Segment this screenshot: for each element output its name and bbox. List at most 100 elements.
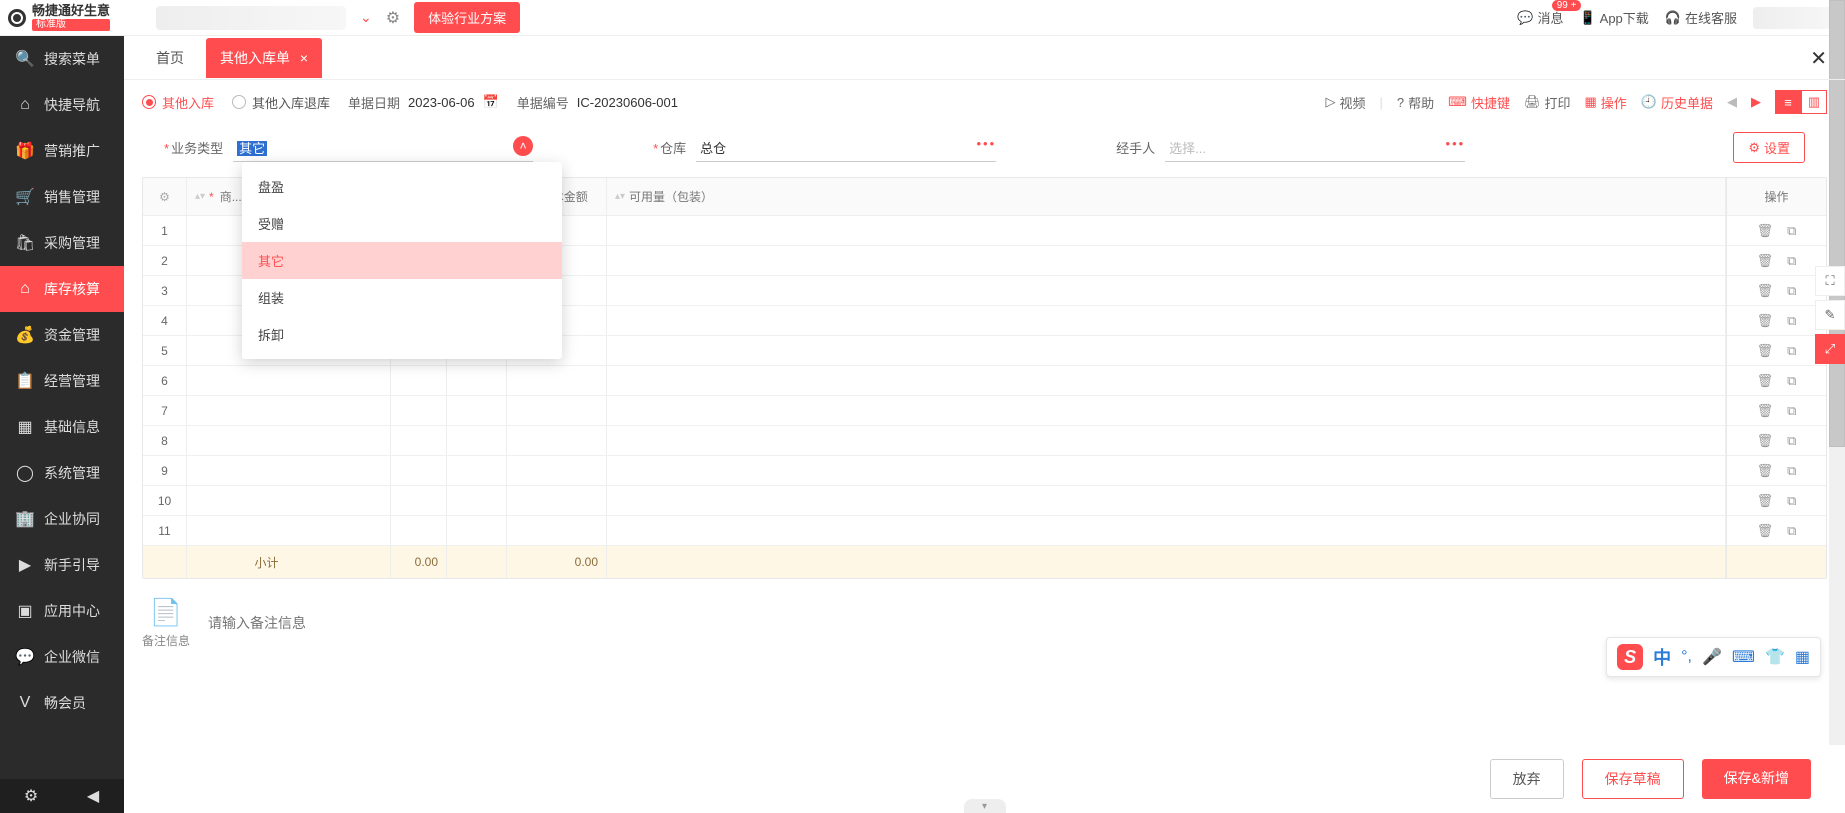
org-caret-icon[interactable]: ⌄ [360,9,372,26]
row-copy-icon[interactable]: ⧉ [1787,433,1796,449]
row-copy-icon[interactable]: ⧉ [1787,463,1796,479]
toolbar-next-button[interactable]: ▶ [1751,94,1761,110]
handler-more-icon[interactable]: ••• [1446,136,1466,151]
discard-button[interactable]: 放弃 [1490,759,1564,799]
row-copy-icon[interactable]: ⧉ [1787,313,1796,329]
org-selector[interactable] [156,6,346,30]
row-delete-icon[interactable]: 🗑 [1757,523,1774,539]
ime-punct-icon[interactable]: °, [1681,648,1692,666]
table-row[interactable]: 11 [143,516,1726,546]
row-delete-icon[interactable]: 🗑 [1757,403,1774,419]
row-copy-icon[interactable]: ⧉ [1787,523,1796,539]
cta-try-plan-button[interactable]: 体验行业方案 [414,2,520,33]
sidebar-item-3[interactable]: 🛒销售管理 [0,174,124,220]
chevron-up-icon[interactable]: ˄ [513,136,533,156]
biz-type-option[interactable]: 盘盈 [242,168,562,205]
sidebar-item-0[interactable]: 🔍搜索菜单 [0,36,124,82]
sidebar-collapse-button[interactable]: ◀ [62,779,124,813]
table-row[interactable]: 8 [143,426,1726,456]
messages-button[interactable]: 💬 消息 99 + [1517,8,1563,27]
ime-toolbox-icon[interactable]: ▦ [1795,647,1810,667]
tab-home[interactable]: 首页 [144,40,196,76]
ime-toolbar[interactable]: S 中 °, 🎤 ⌨ 👕 ▦ [1606,637,1821,677]
toolbar-history-button[interactable]: 🕘历史单据 [1641,93,1713,112]
dock-fullscreen-button[interactable]: ⤢ [1815,334,1845,364]
sidebar-item-2[interactable]: 🎁营销推广 [0,128,124,174]
footer-collapse-button[interactable]: ▾ [964,799,1006,813]
row-delete-icon[interactable]: 🗑 [1757,373,1774,389]
sidebar-item-8[interactable]: ▦基础信息 [0,404,124,450]
biz-type-option[interactable]: 其它 [242,242,562,279]
sidebar-item-1[interactable]: ⌂快捷导航 [0,82,124,128]
ime-skin-icon[interactable]: 👕 [1765,647,1785,667]
row-delete-icon[interactable]: 🗑 [1757,343,1774,359]
biz-type-option[interactable]: 拆卸 [242,316,562,353]
dock-edit-button[interactable]: ✎ [1815,300,1845,330]
radio-other-inbound[interactable]: 其他入库 [142,93,214,112]
biz-type-option[interactable]: 受赠 [242,205,562,242]
toolbar-prev-button[interactable]: ◀ [1727,94,1737,110]
sidebar-item-14[interactable]: V畅会员 [0,680,124,726]
close-all-tabs-icon[interactable]: ✕ [1810,46,1827,71]
sidebar-item-6[interactable]: 💰资金管理 [0,312,124,358]
online-cs-button[interactable]: 🎧 在线客服 [1665,8,1737,27]
row-copy-icon[interactable]: ⧉ [1787,493,1796,509]
row-delete-icon[interactable]: 🗑 [1757,493,1774,509]
column-settings-button[interactable]: ⚙ 设置 [1733,132,1805,163]
sidebar-item-12[interactable]: ▣应用中心 [0,588,124,634]
table-row[interactable]: 9 [143,456,1726,486]
row-delete-icon[interactable]: 🗑 [1757,283,1774,299]
save-draft-button[interactable]: 保存草稿 [1582,759,1684,799]
ime-keyboard-icon[interactable]: ⌨ [1732,647,1755,667]
ime-voice-icon[interactable]: 🎤 [1702,647,1722,667]
row-delete-icon[interactable]: 🗑 [1757,463,1774,479]
sidebar-item-9[interactable]: ◯系统管理 [0,450,124,496]
row-delete-icon[interactable]: 🗑 [1757,313,1774,329]
warehouse-more-icon[interactable]: ••• [977,136,997,151]
calendar-icon[interactable]: 📅 [483,94,499,110]
user-avatar-area[interactable] [1753,7,1837,29]
biz-type-option[interactable]: 组装 [242,279,562,316]
view-card-button[interactable]: ▥ [1801,90,1827,114]
sidebar-item-11[interactable]: ▶新手引导 [0,542,124,588]
row-copy-icon[interactable]: ⧉ [1787,373,1796,389]
th-available[interactable]: ▴▾可用量（包装） [607,178,1726,215]
row-copy-icon[interactable]: ⧉ [1787,223,1796,239]
th-gear[interactable]: ⚙ [143,178,187,215]
save-and-new-button[interactable]: 保存&新增 [1702,759,1811,799]
biz-type-input[interactable]: 其它 ˄ [233,134,533,162]
row-delete-icon[interactable]: 🗑 [1757,433,1774,449]
toolbar-print-button[interactable]: 🖨打印 [1524,93,1571,112]
toolbar-video-button[interactable]: ▷视频 [1326,93,1366,112]
table-row[interactable]: 7 [143,396,1726,426]
toolbar-hotkey-button[interactable]: ⌨快捷键 [1448,93,1510,112]
warehouse-input[interactable]: 总仓 ••• [696,134,996,162]
tab-other-inbound[interactable]: 其他入库单 × [206,38,322,78]
sidebar-item-5[interactable]: ⌂库存核算 [0,266,124,312]
row-delete-icon[interactable]: 🗑 [1757,223,1774,239]
dock-expand-button[interactable]: ⛶ [1815,266,1845,296]
table-row[interactable]: 6 [143,366,1726,396]
ime-lang-label[interactable]: 中 [1653,644,1671,670]
remarks-input[interactable] [208,597,1827,649]
settings-gear-icon[interactable]: ⚙ [386,8,400,28]
row-copy-icon[interactable]: ⧉ [1787,253,1796,269]
sidebar-item-7[interactable]: 📋经营管理 [0,358,124,404]
row-copy-icon[interactable]: ⧉ [1787,403,1796,419]
toolbar-op-button[interactable]: ▦操作 [1584,93,1626,112]
radio-other-inbound-return[interactable]: 其他入库退库 [232,93,330,112]
toolbar-help-button[interactable]: ?帮助 [1397,93,1434,112]
table-row[interactable]: 10 [143,486,1726,516]
app-download-button[interactable]: 📱 App下载 [1579,8,1648,27]
sidebar-item-4[interactable]: 🛍采购管理 [0,220,124,266]
row-copy-icon[interactable]: ⧉ [1787,283,1796,299]
sidebar-item-13[interactable]: 💬企业微信 [0,634,124,680]
tab-close-icon[interactable]: × [300,50,308,66]
sidebar-item-10[interactable]: 🏢企业协同 [0,496,124,542]
doc-date-value[interactable]: 2023-06-06 [408,95,475,110]
row-copy-icon[interactable]: ⧉ [1787,343,1796,359]
handler-input[interactable]: 选择... ••• [1165,134,1465,162]
sidebar-settings-button[interactable]: ⚙ [0,779,62,813]
view-list-button[interactable]: ≡ [1775,90,1801,114]
row-delete-icon[interactable]: 🗑 [1757,253,1774,269]
